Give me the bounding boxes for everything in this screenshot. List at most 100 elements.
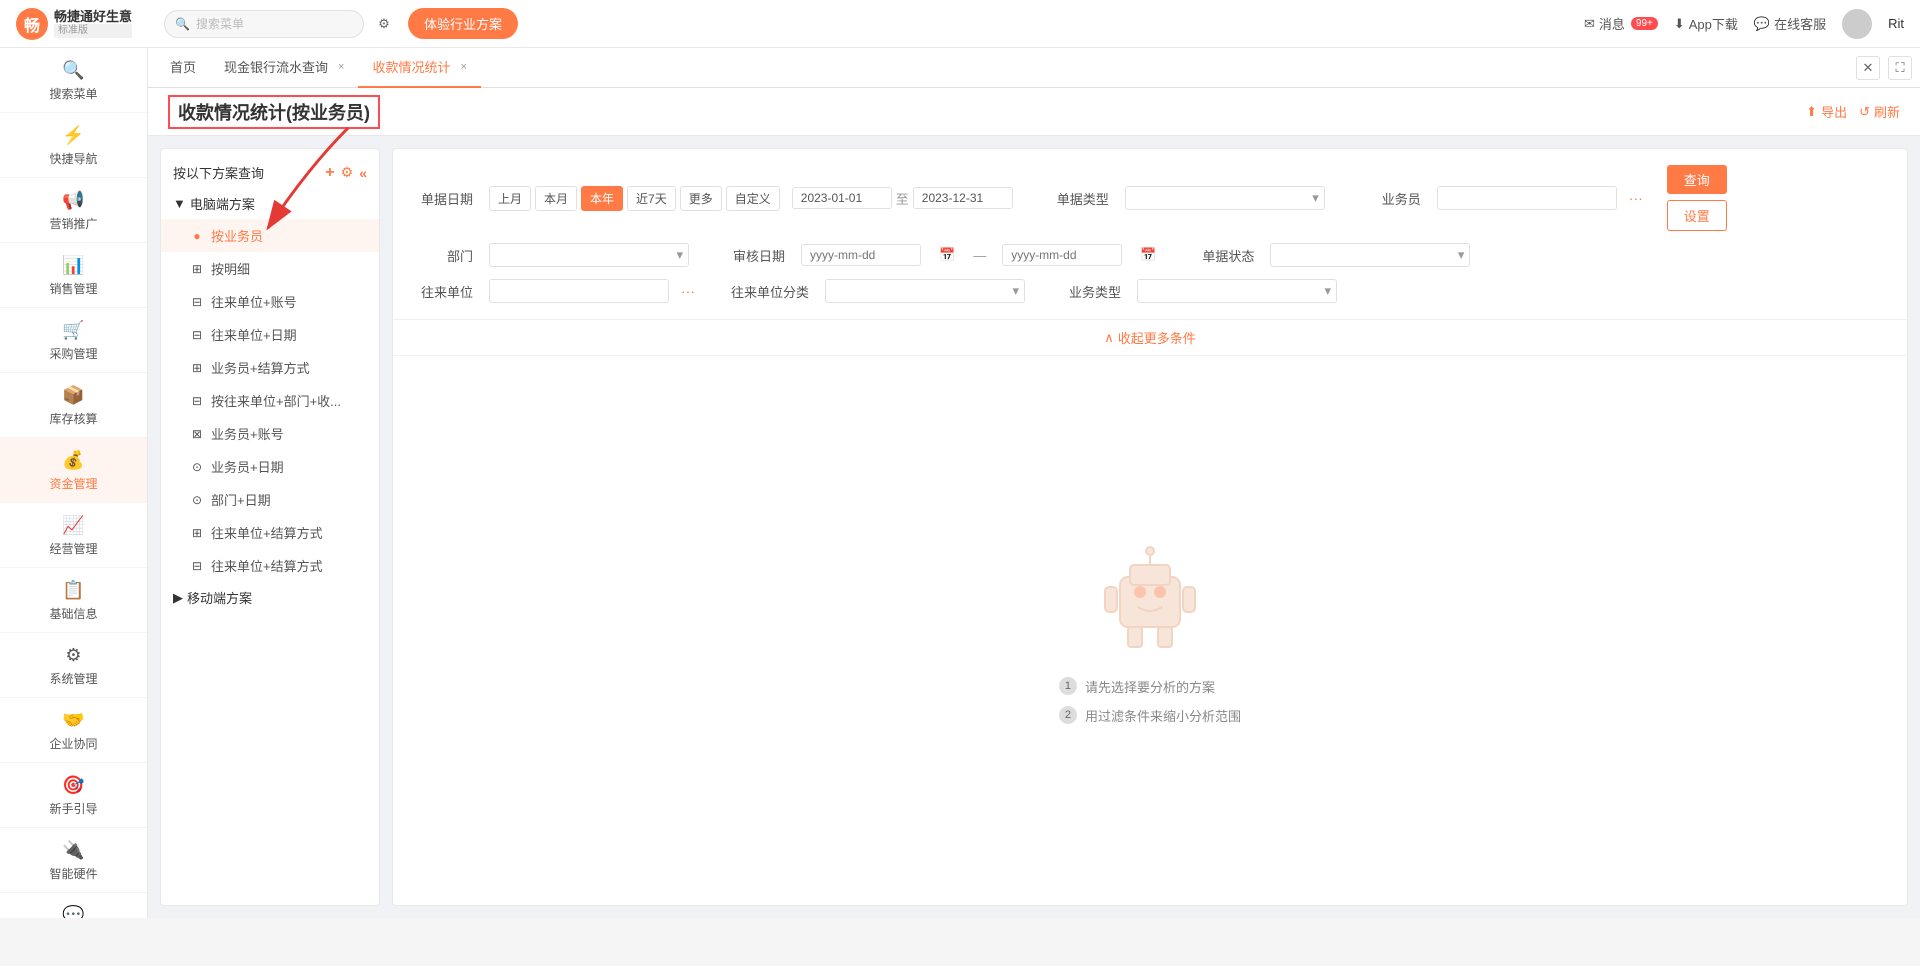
review-date-from[interactable] (801, 244, 921, 266)
trial-button[interactable]: 体验行业方案 (408, 8, 518, 39)
tab-collection-stats[interactable]: 收款情况统计 × (358, 48, 480, 88)
scheme-settings-icon[interactable]: ⚙ (341, 164, 354, 181)
user-avatar[interactable] (1842, 9, 1872, 39)
sidebar-item-wechat[interactable]: 💬 企业微信 (0, 893, 147, 918)
tab-close-all-button[interactable]: ✕ (1856, 56, 1880, 80)
scheme-item-salesman-settle[interactable]: ⊞ 业务员+结算方式 (161, 351, 379, 384)
refresh-button[interactable]: ↺ 刷新 (1859, 102, 1900, 121)
review-date-dash: — (973, 248, 986, 263)
finance-icon: 💰 (62, 450, 84, 471)
counterpart-category-select[interactable] (825, 279, 1025, 303)
sidebar-item-system[interactable]: ⚙ 系统管理 (0, 633, 147, 698)
scheme-item-salesman-settle-label: 业务员+结算方式 (211, 358, 310, 377)
scheme-add-icon[interactable]: + (325, 164, 334, 182)
scheme-group-mobile-label: 移动端方案 (187, 588, 252, 607)
counterpart-more-icon[interactable]: ··· (681, 283, 695, 299)
basic-info-icon: 📋 (62, 580, 84, 601)
tab-home[interactable]: 首页 (156, 48, 210, 88)
messages-label: 消息 (1599, 14, 1625, 33)
date-btn-custom[interactable]: 自定义 (726, 186, 780, 211)
sidebar-item-quicknav[interactable]: ⚡ 快捷导航 (0, 113, 147, 178)
tab-bank-flow-close[interactable]: × (338, 61, 344, 73)
doc-type-select[interactable] (1125, 186, 1325, 210)
scheme-item-counterpart-account[interactable]: ⊟ 往来单位+账号 (161, 285, 379, 318)
scheme-item-salesman[interactable]: ● 按业务员 (161, 219, 379, 252)
scheme-item-counterpart-settle2[interactable]: ⊟ 往来单位+结算方式 (161, 549, 379, 582)
sidebar-item-hardware[interactable]: 🔌 智能硬件 (0, 828, 147, 893)
date-btn-this-month[interactable]: 本月 (535, 186, 577, 211)
scheme-item-detail[interactable]: ⊞ 按明细 (161, 252, 379, 285)
tab-collection-stats-close[interactable]: × (460, 61, 466, 73)
sidebar-item-label-purchase: 采购管理 (49, 345, 97, 362)
scheme-item-counterpart-settle1[interactable]: ⊞ 往来单位+结算方式 (161, 516, 379, 549)
date-range-from[interactable] (792, 187, 892, 209)
dept-select[interactable] (489, 243, 689, 267)
app-download-button[interactable]: ⬇ App下载 (1674, 14, 1738, 33)
search-placeholder-text: 搜索菜单 (196, 15, 244, 32)
empty-tips: 1 请先选择要分析的方案 2 用过滤条件来缩小分析范围 (1059, 677, 1241, 725)
sidebar-item-label-hardware: 智能硬件 (49, 865, 97, 882)
counterpart-input[interactable] (489, 279, 669, 303)
salesman-input[interactable] (1437, 186, 1617, 210)
review-date-label: 审核日期 (725, 246, 785, 265)
sidebar-item-collab[interactable]: 🤝 企业协同 (0, 698, 147, 763)
sidebar-item-search[interactable]: 🔍 搜索菜单 (0, 48, 147, 113)
scheme-item-counterpart-account-icon: ⊟ (189, 294, 205, 310)
scheme-item-counterpart-date[interactable]: ⊟ 往来单位+日期 (161, 318, 379, 351)
scheme-group-mobile-title[interactable]: ▶ 移动端方案 (161, 582, 379, 613)
scheme-item-dept-date[interactable]: ⊙ 部门+日期 (161, 483, 379, 516)
inventory-icon: 📦 (62, 385, 84, 406)
date-range-to[interactable] (913, 187, 1013, 209)
collapse-chevron-icon: ∧ (1104, 330, 1114, 346)
top-header: 畅 畅捷通好生意 标准版 🔍 搜索菜单 ⚙ 体验行业方案 ✉ 消息 99+ ⬇ … (0, 0, 1920, 48)
scheme-item-counterpart-settle2-label: 往来单位+结算方式 (211, 556, 323, 575)
date-btn-this-year[interactable]: 本年 (581, 186, 623, 211)
tab-home-label: 首页 (170, 57, 196, 76)
scheme-item-counterpart-dept-recv-label: 按往来单位+部门+收... (211, 391, 341, 410)
date-btn-more[interactable]: 更多 (680, 186, 722, 211)
search-icon: 🔍 (175, 17, 190, 31)
top-search-bar[interactable]: 🔍 搜索菜单 (164, 10, 364, 38)
export-label: 导出 (1821, 102, 1847, 121)
tab-maximize-button[interactable]: ⛶ (1888, 56, 1912, 80)
refresh-icon: ↺ (1859, 104, 1870, 120)
sidebar-item-finance[interactable]: 💰 资金管理 (0, 438, 147, 503)
date-btn-last-month[interactable]: 上月 (489, 186, 531, 211)
operations-icon: 📈 (62, 515, 84, 536)
scheme-group-pc-title[interactable]: ▼ 电脑端方案 (161, 188, 379, 219)
scheme-item-salesman-account[interactable]: ⊠ 业务员+账号 (161, 417, 379, 450)
sidebar-item-marketing[interactable]: 📢 营销推广 (0, 178, 147, 243)
settings-button[interactable]: 设置 (1667, 200, 1727, 231)
sidebar-item-purchase[interactable]: 🛒 采购管理 (0, 308, 147, 373)
tab-bank-flow[interactable]: 现金银行流水查询 × (210, 48, 358, 88)
sidebar-item-label-operations: 经营管理 (49, 540, 97, 557)
sidebar-item-operations[interactable]: 📈 经营管理 (0, 503, 147, 568)
salesman-more-icon[interactable]: ··· (1629, 190, 1643, 206)
messages-button[interactable]: ✉ 消息 99+ (1584, 14, 1658, 33)
date-btn-last7[interactable]: 近7天 (627, 186, 676, 211)
online-service-button[interactable]: 💬 在线客服 (1754, 14, 1826, 33)
header-gear-icon[interactable]: ⚙ (372, 12, 396, 36)
scheme-item-salesman-date[interactable]: ⊙ 业务员+日期 (161, 450, 379, 483)
biz-type-select[interactable] (1137, 279, 1337, 303)
scheme-collapse-icon[interactable]: « (359, 165, 367, 181)
scheme-item-counterpart-dept-recv[interactable]: ⊟ 按往来单位+部门+收... (161, 384, 379, 417)
sidebar-item-inventory[interactable]: 📦 库存核算 (0, 373, 147, 438)
system-icon: ⚙ (65, 645, 81, 666)
sidebar-item-newbie[interactable]: 🎯 新手引导 (0, 763, 147, 828)
export-button[interactable]: ⬆ 导出 (1806, 102, 1847, 121)
collapse-more-conditions-btn[interactable]: ∧ 收起更多条件 (1104, 328, 1196, 347)
scheme-item-dept-date-label: 部门+日期 (211, 490, 271, 509)
doc-status-select[interactable] (1270, 243, 1470, 267)
review-date-to[interactable] (1002, 244, 1122, 266)
scheme-panel: 按以下方案查询 + ⚙ « ▼ 电脑端方案 (160, 148, 380, 906)
sidebar-item-sales[interactable]: 📊 销售管理 (0, 243, 147, 308)
tabs-right: ✕ ⛶ (1856, 56, 1912, 80)
query-button[interactable]: 查询 (1667, 165, 1727, 194)
wechat-icon: 💬 (62, 905, 84, 918)
sidebar-item-basic-info[interactable]: 📋 基础信息 (0, 568, 147, 633)
scheme-item-counterpart-account-label: 往来单位+账号 (211, 292, 297, 311)
page-header: 收款情况统计(按业务员) ⬆ 导出 ↺ 刷新 (148, 88, 1920, 136)
sidebar-item-label-search: 搜索菜单 (49, 85, 97, 102)
export-icon: ⬆ (1806, 104, 1817, 120)
